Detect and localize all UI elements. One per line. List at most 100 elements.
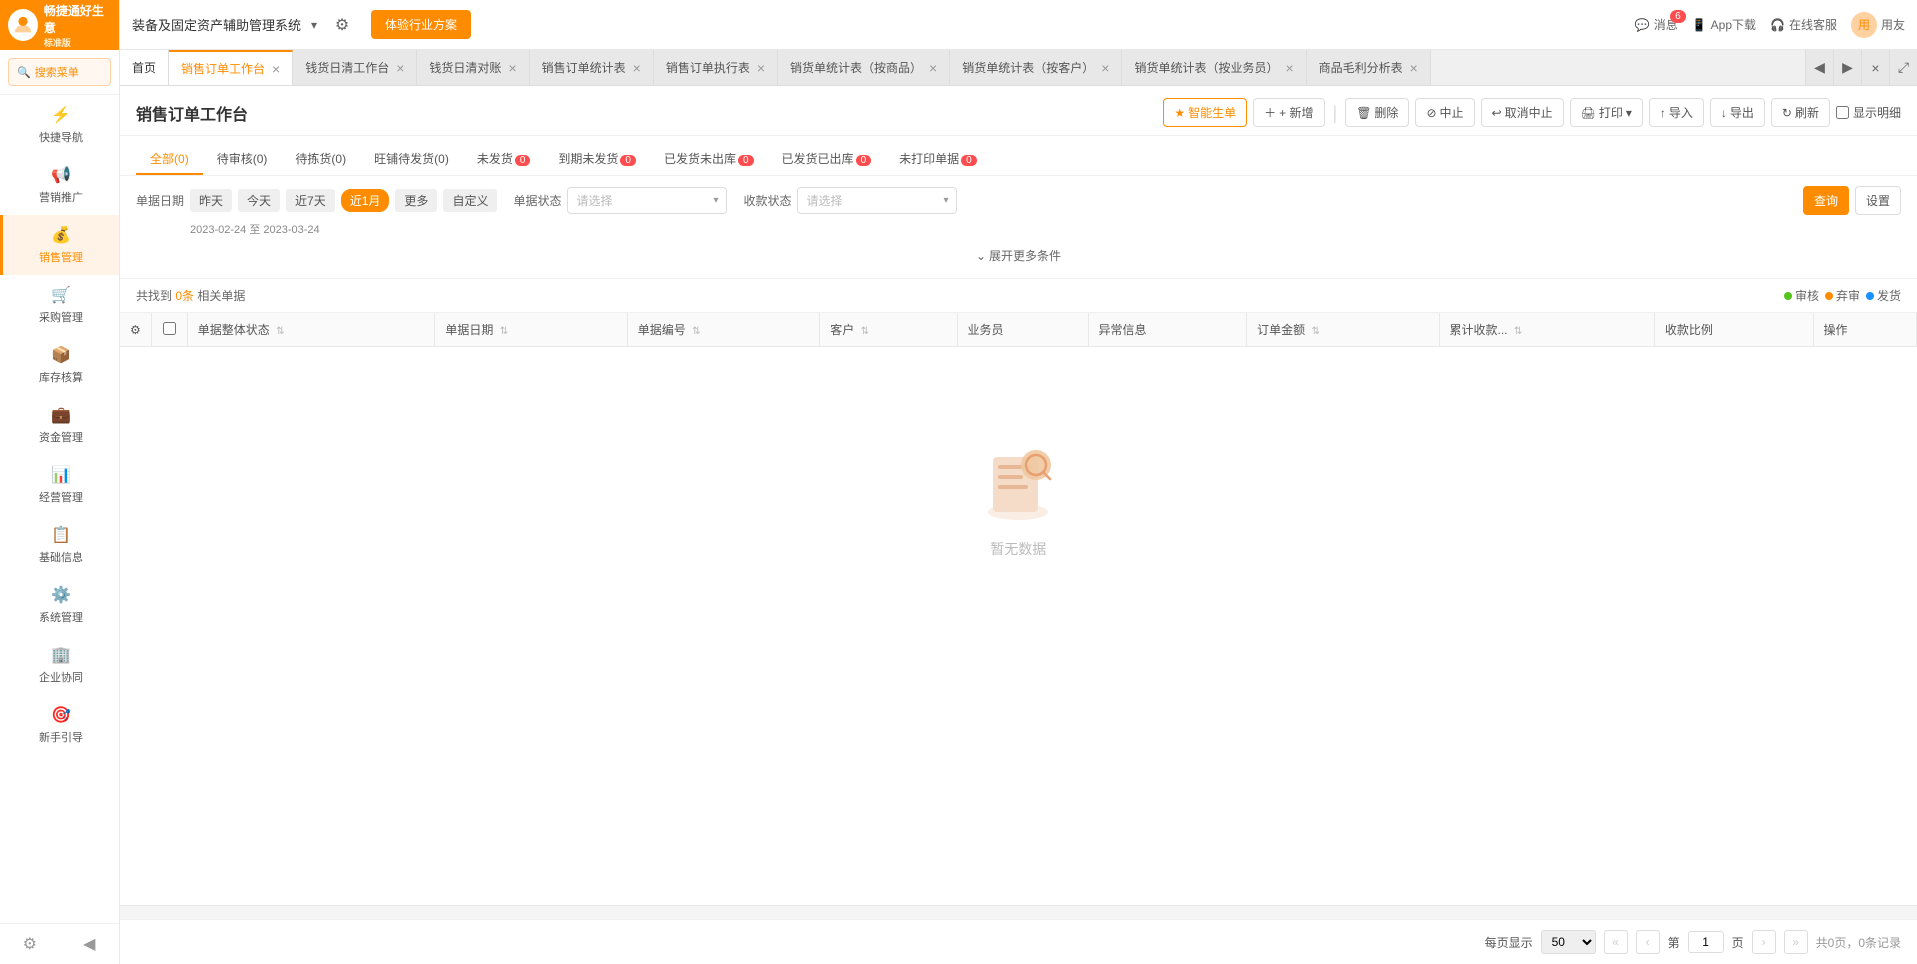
- date-7days-btn[interactable]: 近7天: [286, 189, 335, 212]
- sidebar-item-enterprise[interactable]: 🏢 企业协同: [0, 635, 119, 695]
- settings-button[interactable]: ⚙: [0, 924, 60, 964]
- shipped-not-out-badge: 0: [738, 155, 754, 166]
- page-input[interactable]: [1688, 931, 1724, 953]
- search-menu-button[interactable]: 🔍 搜索菜单: [8, 58, 111, 86]
- sort-icon[interactable]: ⇅: [692, 326, 700, 337]
- tab-close-icon[interactable]: ×: [1285, 60, 1293, 76]
- sidebar-item-label: 快捷导航: [39, 129, 83, 145]
- sub-tab-shipped-not-out[interactable]: 已发货未出库0: [650, 144, 768, 175]
- sub-tab-pending-receive[interactable]: 待拣货(0): [281, 144, 360, 175]
- status-select[interactable]: 请选择 ▾: [567, 187, 727, 214]
- next-page-button[interactable]: ›: [1752, 930, 1776, 954]
- online-service-button[interactable]: 🎧 在线客服: [1770, 16, 1837, 33]
- tab-close-icon[interactable]: ×: [508, 60, 516, 76]
- stop-button[interactable]: ⊘ 中止: [1415, 98, 1474, 127]
- sub-tab-not-shipped[interactable]: 未发货0: [463, 144, 545, 175]
- sidebar-item-base-info[interactable]: 📋 基础信息: [0, 515, 119, 575]
- sidebar-item-operations[interactable]: 📊 经营管理: [0, 455, 119, 515]
- sidebar-item-marketing[interactable]: 📢 营销推广: [0, 155, 119, 215]
- user-menu-button[interactable]: 用 用友: [1851, 12, 1905, 38]
- tab-scroll-left-button[interactable]: ◀: [1805, 50, 1833, 86]
- sort-icon[interactable]: ⇅: [1514, 326, 1522, 337]
- tab-sales-product[interactable]: 销货单统计表（按商品） ×: [778, 50, 950, 86]
- col-amount: 订单金额 ⇅: [1247, 313, 1439, 347]
- tab-close-icon[interactable]: ×: [633, 60, 641, 76]
- refresh-button[interactable]: ↻ 刷新: [1771, 98, 1830, 127]
- tab-sales-exec[interactable]: 销售订单执行表 ×: [654, 50, 778, 86]
- tab-close-icon[interactable]: ×: [1101, 60, 1109, 76]
- date-1month-btn[interactable]: 近1月: [341, 189, 390, 212]
- tab-cash-reconcile[interactable]: 钱货日清对账 ×: [417, 50, 529, 86]
- ship-action[interactable]: 发货: [1866, 287, 1901, 304]
- payment-select[interactable]: 请选择 ▾: [797, 187, 957, 214]
- tab-expand-button[interactable]: ⤢: [1889, 50, 1917, 86]
- export-button[interactable]: ↓ 导出: [1710, 98, 1765, 127]
- expand-filter-button[interactable]: ⌄ 展开更多条件: [966, 243, 1071, 268]
- tab-sales-customer[interactable]: 销货单统计表（按客户） ×: [950, 50, 1122, 86]
- add-button[interactable]: ＋ + 新增: [1253, 98, 1324, 127]
- tab-close-icon[interactable]: ×: [929, 60, 937, 76]
- export-icon: ↓: [1721, 106, 1727, 120]
- select-all-checkbox[interactable]: [163, 322, 176, 335]
- sort-icon[interactable]: ⇅: [1311, 326, 1319, 337]
- date-more-btn[interactable]: 更多: [395, 189, 437, 212]
- horizontal-scrollbar[interactable]: [120, 905, 1917, 919]
- sort-icon[interactable]: ⇅: [861, 326, 869, 337]
- date-custom-btn[interactable]: 自定义: [443, 189, 497, 212]
- tab-close-icon[interactable]: ×: [396, 60, 404, 76]
- sub-tab-all[interactable]: 全部(0): [136, 144, 203, 175]
- settings-filter-button[interactable]: 设置: [1855, 186, 1901, 215]
- message-button[interactable]: 💬 消息 6: [1635, 16, 1678, 33]
- sidebar-item-finance[interactable]: 💼 资金管理: [0, 395, 119, 455]
- per-page-select[interactable]: 10 20 50 100: [1541, 930, 1596, 954]
- first-page-button[interactable]: «: [1604, 930, 1628, 954]
- sidebar-item-inventory[interactable]: 📦 库存核算: [0, 335, 119, 395]
- sidebar-item-quick-nav[interactable]: ⚡ 快捷导航: [0, 95, 119, 155]
- show-detail-checkbox[interactable]: 显示明细: [1836, 104, 1901, 121]
- tab-sales-stat[interactable]: 销售订单统计表 ×: [530, 50, 654, 86]
- sort-icon[interactable]: ⇅: [500, 326, 508, 337]
- date-today-btn[interactable]: 今天: [238, 189, 280, 212]
- sidebar-item-newbie[interactable]: 🎯 新手引导: [0, 695, 119, 755]
- sub-tab-wangpu[interactable]: 旺铺待发货(0): [360, 144, 463, 175]
- last-page-button[interactable]: »: [1784, 930, 1808, 954]
- sub-tab-shipped-out[interactable]: 已发货已出库0: [768, 144, 886, 175]
- tab-cash-daily[interactable]: 钱货日清工作台 ×: [293, 50, 417, 86]
- column-settings-icon[interactable]: ⚙: [130, 323, 141, 337]
- sidebar-item-purchase[interactable]: 🛒 采购管理: [0, 275, 119, 335]
- date-yesterday-btn[interactable]: 昨天: [190, 189, 232, 212]
- dropdown-arrow-icon: ▾: [311, 18, 317, 32]
- sub-tab-overdue[interactable]: 到期未发货0: [544, 144, 650, 175]
- collapse-button[interactable]: ◀: [60, 924, 120, 964]
- tab-gross-margin[interactable]: 商品毛利分析表 ×: [1307, 50, 1431, 86]
- query-button[interactable]: 查询: [1803, 186, 1849, 215]
- tab-close-icon[interactable]: ×: [757, 60, 765, 76]
- tab-close-icon[interactable]: ×: [272, 61, 280, 77]
- sub-tab-pending-review[interactable]: 待审核(0): [203, 144, 282, 175]
- show-detail-input[interactable]: [1836, 106, 1849, 119]
- revoke-action[interactable]: 弃审: [1825, 287, 1860, 304]
- delete-button[interactable]: 🗑 删除: [1345, 98, 1409, 127]
- review-action[interactable]: 审核: [1784, 287, 1819, 304]
- smart-gen-button[interactable]: ★ 智能生单: [1163, 98, 1247, 127]
- app-download-button[interactable]: 📱 App下载: [1692, 16, 1756, 33]
- import-button[interactable]: ↑ 导入: [1649, 98, 1704, 127]
- tab-home[interactable]: 首页: [120, 50, 169, 86]
- tab-close-all-button[interactable]: ×: [1861, 50, 1889, 86]
- print-button[interactable]: 🖨 打印 ▾: [1570, 98, 1643, 127]
- tab-scroll-right-button[interactable]: ▶: [1833, 50, 1861, 86]
- settings-icon[interactable]: ⚙: [327, 10, 357, 40]
- sidebar-item-system[interactable]: ⚙️ 系统管理: [0, 575, 119, 635]
- sidebar-item-label: 企业协同: [39, 669, 83, 685]
- tab-close-icon[interactable]: ×: [1410, 60, 1418, 76]
- sort-icon[interactable]: ⇅: [276, 326, 284, 337]
- tab-sales-workbench[interactable]: 销售订单工作台 ×: [169, 50, 293, 86]
- prev-page-button[interactable]: ‹: [1636, 930, 1660, 954]
- sub-tab-not-printed[interactable]: 未打印单据0: [885, 144, 991, 175]
- cancel-stop-button[interactable]: ↩ 取消中止: [1481, 98, 1564, 127]
- system-dropdown[interactable]: ▾: [311, 18, 317, 32]
- tab-sales-staff[interactable]: 销货单统计表（按业务员） ×: [1122, 50, 1306, 86]
- industry-btn[interactable]: 体验行业方案: [371, 10, 471, 39]
- main-area: 装备及固定资产辅助管理系统 ▾ ⚙ 体验行业方案 💬 消息 6 📱 App下载 …: [120, 0, 1917, 964]
- sidebar-item-sales-mgmt[interactable]: 💰 销售管理: [0, 215, 119, 275]
